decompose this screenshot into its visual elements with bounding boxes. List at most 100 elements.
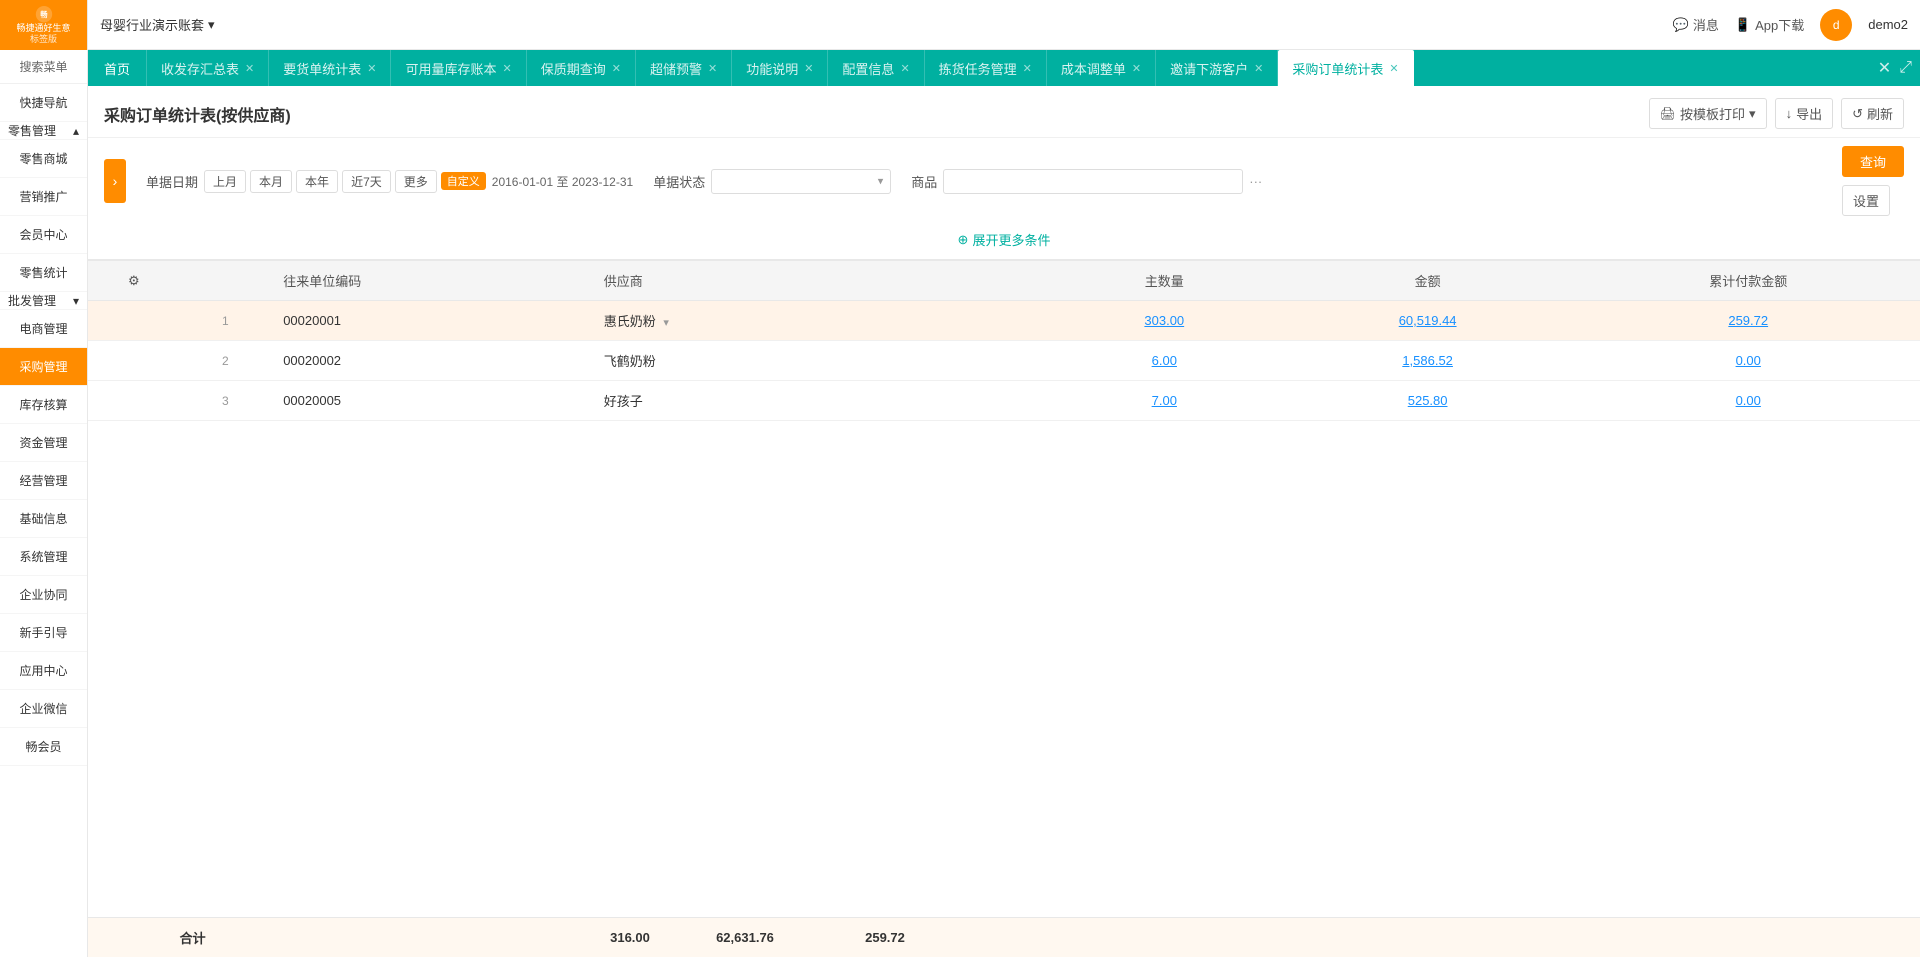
tab-close-icon[interactable]: ✕ bbox=[245, 62, 254, 75]
date-quick-buttons: 上月 本月 本年 近7天 更多 自定义 bbox=[204, 170, 486, 193]
date-btn-last-month[interactable]: 上月 bbox=[204, 170, 246, 193]
sidebar-item-system[interactable]: 系统管理 bbox=[0, 538, 87, 576]
tab-purchase-stat-label: 采购订单统计表 bbox=[1292, 59, 1383, 78]
tab-close-icon[interactable]: ✕ bbox=[804, 62, 813, 75]
row-qty-cell[interactable]: 303.00 bbox=[1050, 301, 1279, 341]
row-amount-cell[interactable]: 525.80 bbox=[1279, 381, 1577, 421]
date-btn-this-month[interactable]: 本月 bbox=[250, 170, 292, 193]
status-select-wrapper bbox=[711, 169, 891, 194]
tab-available-stock-label: 可用量库存账本 bbox=[405, 59, 496, 78]
template-print-button[interactable]: 🖨 按模板打印 ▾ bbox=[1649, 98, 1767, 129]
refresh-button[interactable]: ↺ 刷新 bbox=[1841, 98, 1904, 129]
tab-close-icon[interactable]: ✕ bbox=[708, 62, 717, 75]
sidebar-item-basic-info[interactable]: 基础信息 bbox=[0, 500, 87, 538]
row-check-cell bbox=[88, 381, 180, 421]
tab-close-icon[interactable]: ✕ bbox=[900, 62, 909, 75]
row-num-cell: 2 bbox=[180, 341, 272, 381]
tab-expiry-query[interactable]: 保质期查询 ✕ bbox=[527, 50, 636, 86]
app-download-label: App下载 bbox=[1755, 15, 1804, 34]
app-download-action[interactable]: 📱 App下载 bbox=[1735, 15, 1804, 34]
sidebar-item-retail[interactable]: 零售管理 ▴ bbox=[0, 122, 87, 140]
date-btn-this-year[interactable]: 本年 bbox=[296, 170, 338, 193]
settings-gear-icon[interactable]: ⚙ bbox=[128, 273, 140, 288]
date-btn-7days[interactable]: 近7天 bbox=[342, 170, 391, 193]
date-custom-badge: 自定义 bbox=[441, 172, 486, 190]
tab-close-icon[interactable]: ✕ bbox=[1254, 62, 1263, 75]
tab-purchase-stat[interactable]: 采购订单统计表 ✕ bbox=[1278, 50, 1413, 86]
sidebar-item-ecommerce[interactable]: 电商管理 bbox=[0, 310, 87, 348]
tab-close-active-icon[interactable]: ✕ bbox=[1389, 62, 1398, 75]
sidebar-item-search[interactable]: 搜索菜单 bbox=[0, 50, 87, 84]
filter-settings-button[interactable]: 设置 bbox=[1842, 185, 1890, 216]
sidebar-item-finance[interactable]: 资金管理 bbox=[0, 424, 87, 462]
goods-more-icon[interactable]: ··· bbox=[1249, 174, 1262, 189]
date-filter-label: 单据日期 bbox=[146, 172, 198, 191]
expand-arrow-icon[interactable]: ▾ bbox=[663, 317, 669, 329]
filter-date-block: 单据日期 上月 本月 本年 近7天 更多 自定义 2016-01-01 至 20… bbox=[146, 170, 633, 193]
message-action[interactable]: 💬 消息 bbox=[1673, 15, 1719, 34]
tab-close-icon[interactable]: ✕ bbox=[367, 62, 376, 75]
sidebar-item-inventory[interactable]: 库存核算 bbox=[0, 386, 87, 424]
sidebar-item-new-guide[interactable]: 新手引导 bbox=[0, 614, 87, 652]
user-name: demo2 bbox=[1868, 17, 1908, 32]
query-button[interactable]: 查询 bbox=[1842, 146, 1904, 177]
sidebar-item-retail-stat[interactable]: 零售统计 bbox=[0, 254, 87, 292]
tab-close-icon[interactable]: ✕ bbox=[1132, 62, 1141, 75]
sidebar: 畅 畅捷通好生意 标签版 搜索菜单 快捷导航 零售管理 ▴ 零售商城 营销推广 … bbox=[0, 0, 88, 957]
row-num-cell: 3 bbox=[180, 381, 272, 421]
row-qty-cell[interactable]: 6.00 bbox=[1050, 341, 1279, 381]
sidebar-item-enterprise-collab[interactable]: 企业协同 bbox=[0, 576, 87, 614]
row-amount-cell[interactable]: 60,519.44 bbox=[1279, 301, 1577, 341]
row-paid-cell[interactable]: 0.00 bbox=[1576, 381, 1920, 421]
template-print-label: 按模板打印 bbox=[1680, 104, 1745, 123]
tab-invite-downstream[interactable]: 邀请下游客户 ✕ bbox=[1156, 50, 1278, 86]
date-btn-more[interactable]: 更多 bbox=[395, 170, 437, 193]
export-button[interactable]: ↓ 导出 bbox=[1775, 98, 1834, 129]
tab-available-stock[interactable]: 可用量库存账本 ✕ bbox=[391, 50, 526, 86]
tab-cost-adjust[interactable]: 成本调整单 ✕ bbox=[1047, 50, 1156, 86]
sidebar-item-member-vip[interactable]: 畅会员 bbox=[0, 728, 87, 766]
filter-section: › 单据日期 上月 本月 本年 近7天 更多 自定义 2016-01-01 至 … bbox=[88, 138, 1920, 261]
tab-pick-task[interactable]: 拣货任务管理 ✕ bbox=[925, 50, 1047, 86]
sidebar-item-retail-mall[interactable]: 零售商城 bbox=[0, 140, 87, 178]
sidebar-item-purchase[interactable]: 采购管理 bbox=[0, 348, 87, 386]
tab-close-icon[interactable]: ✕ bbox=[503, 62, 512, 75]
footer-total-label: 合计 bbox=[100, 928, 380, 947]
tab-feature-desc[interactable]: 功能说明 ✕ bbox=[732, 50, 828, 86]
tab-close-all-btn[interactable]: ✕ bbox=[1878, 58, 1891, 78]
filter-toggle-button[interactable]: › bbox=[104, 159, 126, 203]
page-content-area: 采购订单统计表(按供应商) 🖨 按模板打印 ▾ ↓ 导出 ↺ 刷新 bbox=[88, 86, 1920, 957]
table-row: 3 00020005 好孩子 7.00 525.80 0.00 bbox=[88, 381, 1920, 421]
tab-close-icon[interactable]: ✕ bbox=[612, 62, 621, 75]
sidebar-item-wholesale[interactable]: 批发管理 ▾ bbox=[0, 292, 87, 310]
filter-inner: › 单据日期 上月 本月 本年 近7天 更多 自定义 2016-01-01 至 … bbox=[88, 138, 1920, 224]
row-paid-cell[interactable]: 0.00 bbox=[1576, 341, 1920, 381]
row-paid-cell[interactable]: 259.72 bbox=[1576, 301, 1920, 341]
workspace-selector[interactable]: 母婴行业演示账套 ▾ bbox=[100, 15, 215, 34]
tab-home[interactable]: 首页 bbox=[88, 50, 147, 86]
col-header-amount: 金额 bbox=[1279, 261, 1577, 301]
sidebar-item-operations[interactable]: 经营管理 bbox=[0, 462, 87, 500]
tab-receive-send[interactable]: 收发存汇总表 ✕ bbox=[147, 50, 269, 86]
header-actions: 💬 消息 📱 App下载 d demo2 bbox=[1673, 9, 1908, 41]
row-code-cell: 00020005 bbox=[271, 381, 592, 421]
tab-goods-stat[interactable]: 要货单统计表 ✕ bbox=[269, 50, 391, 86]
sidebar-item-quick-nav[interactable]: 快捷导航 bbox=[0, 84, 87, 122]
tab-close-icon[interactable]: ✕ bbox=[1023, 62, 1032, 75]
sidebar-item-enterprise-wechat[interactable]: 企业微信 bbox=[0, 690, 87, 728]
avatar[interactable]: d bbox=[1820, 9, 1852, 41]
col-header-num bbox=[180, 261, 272, 301]
tab-restore-btn[interactable]: ⤢ bbox=[1899, 59, 1912, 77]
tab-config-info[interactable]: 配置信息 ✕ bbox=[828, 50, 924, 86]
sidebar-item-marketing[interactable]: 营销推广 bbox=[0, 178, 87, 216]
row-amount-cell[interactable]: 1,586.52 bbox=[1279, 341, 1577, 381]
expand-btn-label: 展开更多条件 bbox=[972, 230, 1050, 249]
main-content: 母婴行业演示账套 ▾ 💬 消息 📱 App下载 d demo2 首页 收发存汇总… bbox=[88, 0, 1920, 957]
sidebar-item-app-center[interactable]: 应用中心 bbox=[0, 652, 87, 690]
tab-overstock-warning[interactable]: 超储预警 ✕ bbox=[636, 50, 732, 86]
sidebar-item-member[interactable]: 会员中心 bbox=[0, 216, 87, 254]
row-qty-cell[interactable]: 7.00 bbox=[1050, 381, 1279, 421]
status-select[interactable] bbox=[711, 169, 891, 194]
goods-search-input[interactable] bbox=[943, 169, 1243, 194]
expand-filter-button[interactable]: ⊕ 展开更多条件 bbox=[950, 228, 1059, 251]
